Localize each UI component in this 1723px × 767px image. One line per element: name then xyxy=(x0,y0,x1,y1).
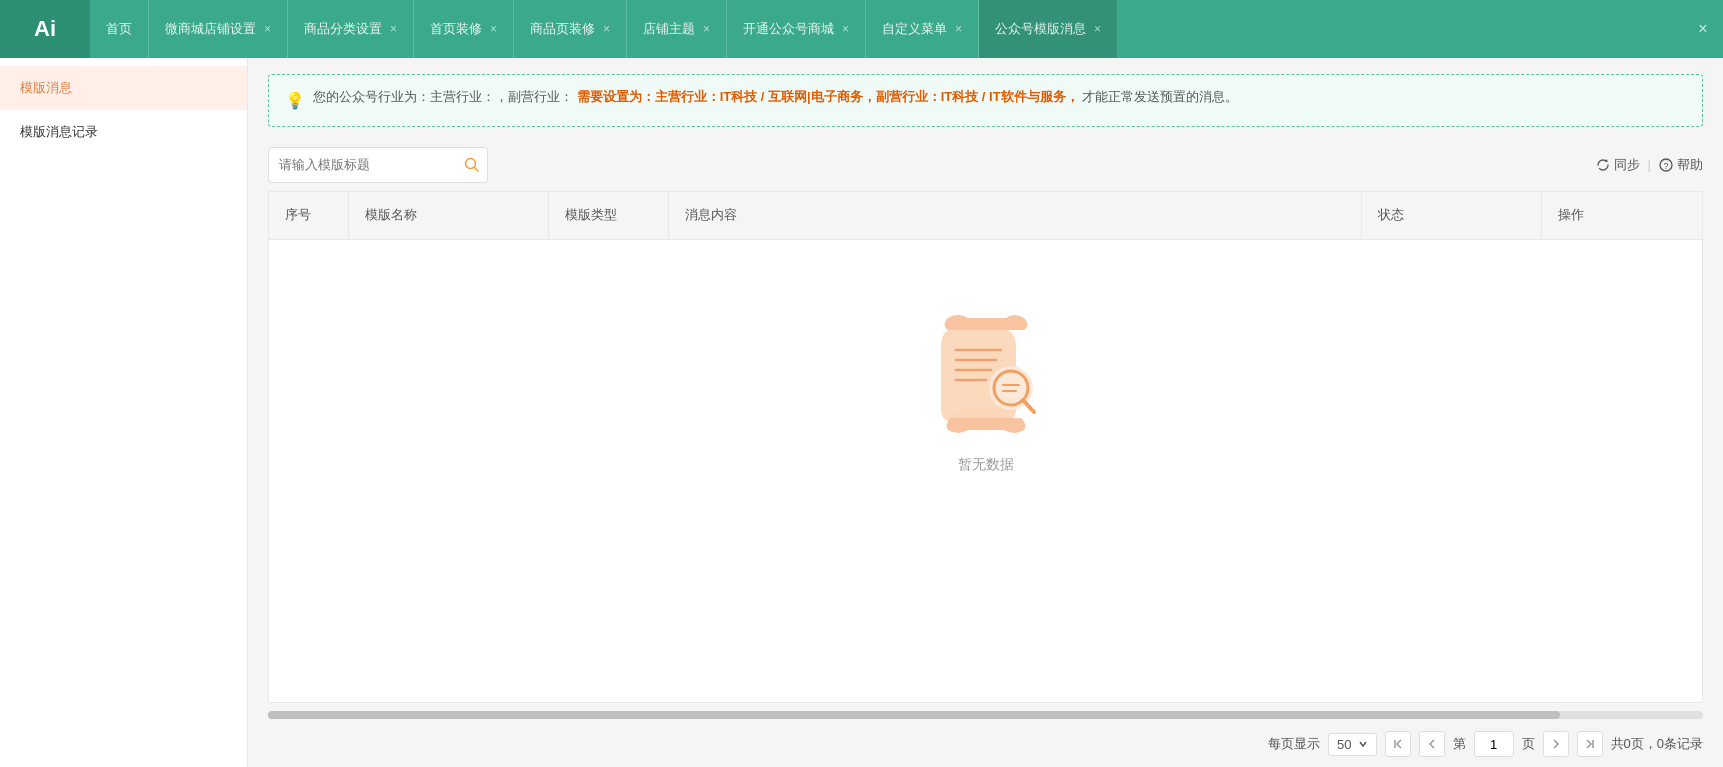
first-page-icon xyxy=(1392,738,1404,750)
help-button[interactable]: ? 帮助 xyxy=(1659,156,1703,174)
col-name: 模版名称 xyxy=(349,192,549,239)
sync-button[interactable]: 同步 xyxy=(1596,156,1640,174)
help-label: 帮助 xyxy=(1677,156,1703,174)
nav-tabs: 首页 微商城店铺设置 × 商品分类设置 × 首页装修 × 商品页装修 × 店铺主… xyxy=(90,0,1683,58)
pagination: 每页显示 50 第 页 xyxy=(248,721,1723,767)
scrollbar-track xyxy=(268,711,1703,719)
tab-template-message[interactable]: 公众号模版消息 × xyxy=(979,0,1118,58)
close-icon[interactable]: × xyxy=(703,22,710,36)
tab-category-label: 商品分类设置 xyxy=(304,20,382,38)
tab-custom-menu-label: 自定义菜单 xyxy=(882,20,947,38)
page-unit: 页 xyxy=(1522,735,1535,753)
notice-banner: 💡 您的公众号行业为：主营行业：，副营行业： 需要设置为：主营行业：IT科技 /… xyxy=(268,74,1703,127)
empty-state: 暂无数据 xyxy=(269,240,1702,514)
notice-icon: 💡 xyxy=(285,88,305,114)
tab-open-mall[interactable]: 开通公众号商城 × xyxy=(727,0,866,58)
main-layout: 模版消息 模版消息记录 💡 您的公众号行业为：主营行业：，副营行业： 需要设置为… xyxy=(0,58,1723,767)
next-page-icon xyxy=(1550,738,1562,750)
page-size-select[interactable]: 50 xyxy=(1328,733,1376,756)
close-icon[interactable]: × xyxy=(490,22,497,36)
sidebar-item-template-message[interactable]: 模版消息 xyxy=(0,66,247,110)
logo-text: Ai xyxy=(34,16,56,42)
tab-open-mall-label: 开通公众号商城 xyxy=(743,20,834,38)
tab-shop-settings-label: 微商城店铺设置 xyxy=(165,20,256,38)
tab-shop-theme[interactable]: 店铺主题 × xyxy=(627,0,727,58)
data-table: 序号 模版名称 模版类型 消息内容 状态 操作 xyxy=(268,191,1703,703)
help-icon: ? xyxy=(1659,158,1673,172)
toolbar-right: 同步 | ? 帮助 xyxy=(1596,156,1703,174)
scrollbar-thumb[interactable] xyxy=(268,711,1560,719)
tab-custom-menu[interactable]: 自定义菜单 × xyxy=(866,0,979,58)
horizontal-scrollbar[interactable] xyxy=(268,709,1703,721)
prev-page-button[interactable] xyxy=(1419,731,1445,757)
sidebar-item-template-log[interactable]: 模版消息记录 xyxy=(0,110,247,154)
empty-text: 暂无数据 xyxy=(958,456,1014,474)
tab-home-decoration[interactable]: 首页装修 × xyxy=(414,0,514,58)
search-button[interactable] xyxy=(457,148,487,182)
total-label: 共0页，0条记录 xyxy=(1611,735,1703,753)
empty-illustration xyxy=(916,300,1056,440)
close-icon[interactable]: × xyxy=(842,22,849,36)
notice-highlight: 需要设置为：主营行业：IT科技 / 互联网|电子商务，副营行业：IT科技 / I… xyxy=(577,89,1079,104)
col-status: 状态 xyxy=(1362,192,1542,239)
close-icon[interactable]: × xyxy=(603,22,610,36)
close-icon[interactable]: × xyxy=(264,22,271,36)
close-icon[interactable]: × xyxy=(1094,22,1101,36)
chevron-down-icon xyxy=(1358,739,1368,749)
col-type: 模版类型 xyxy=(549,192,669,239)
sidebar: 模版消息 模版消息记录 xyxy=(0,58,248,767)
notice-suffix: 才能正常发送预置的消息。 xyxy=(1082,89,1238,104)
close-icon[interactable]: × xyxy=(955,22,962,36)
prev-page-icon xyxy=(1426,738,1438,750)
page-size-value: 50 xyxy=(1337,737,1351,752)
tab-category-settings[interactable]: 商品分类设置 × xyxy=(288,0,414,58)
divider: | xyxy=(1648,157,1651,172)
tab-product-deco-label: 商品页装修 xyxy=(530,20,595,38)
tab-shop-theme-label: 店铺主题 xyxy=(643,20,695,38)
close-all-button[interactable]: × xyxy=(1683,0,1723,58)
top-nav: Ai 首页 微商城店铺设置 × 商品分类设置 × 首页装修 × 商品页装修 × … xyxy=(0,0,1723,58)
last-page-button[interactable] xyxy=(1577,731,1603,757)
search-icon xyxy=(464,157,480,173)
tab-template-msg-label: 公众号模版消息 xyxy=(995,20,1086,38)
search-box xyxy=(268,147,488,183)
tab-home[interactable]: 首页 xyxy=(90,0,149,58)
current-page-prefix: 第 xyxy=(1453,735,1466,753)
next-page-button[interactable] xyxy=(1543,731,1569,757)
col-index: 序号 xyxy=(269,192,349,239)
first-page-button[interactable] xyxy=(1385,731,1411,757)
table-header: 序号 模版名称 模版类型 消息内容 状态 操作 xyxy=(269,192,1702,240)
last-page-icon xyxy=(1584,738,1596,750)
notice-prefix: 您的公众号行业为：主营行业：，副营行业： xyxy=(313,89,573,104)
tab-shop-settings[interactable]: 微商城店铺设置 × xyxy=(149,0,288,58)
col-action: 操作 xyxy=(1542,192,1702,239)
sidebar-label-template-log: 模版消息记录 xyxy=(20,123,98,141)
search-input[interactable] xyxy=(269,150,457,179)
page-number-input[interactable] xyxy=(1474,731,1514,757)
toolbar: 同步 | ? 帮助 xyxy=(268,147,1703,183)
page-size-label: 每页显示 xyxy=(1268,735,1320,753)
close-icon[interactable]: × xyxy=(390,22,397,36)
tab-home-label: 首页 xyxy=(106,20,132,38)
sync-icon xyxy=(1596,158,1610,172)
sidebar-label-template-message: 模版消息 xyxy=(20,79,72,97)
content-area: 💡 您的公众号行业为：主营行业：，副营行业： 需要设置为：主营行业：IT科技 /… xyxy=(248,58,1723,767)
sync-label: 同步 xyxy=(1614,156,1640,174)
svg-line-1 xyxy=(475,167,479,171)
svg-line-11 xyxy=(1023,400,1034,412)
svg-text:?: ? xyxy=(1663,161,1668,171)
logo: Ai xyxy=(0,0,90,58)
col-content: 消息内容 xyxy=(669,192,1362,239)
tab-product-decoration[interactable]: 商品页装修 × xyxy=(514,0,627,58)
tab-home-deco-label: 首页装修 xyxy=(430,20,482,38)
